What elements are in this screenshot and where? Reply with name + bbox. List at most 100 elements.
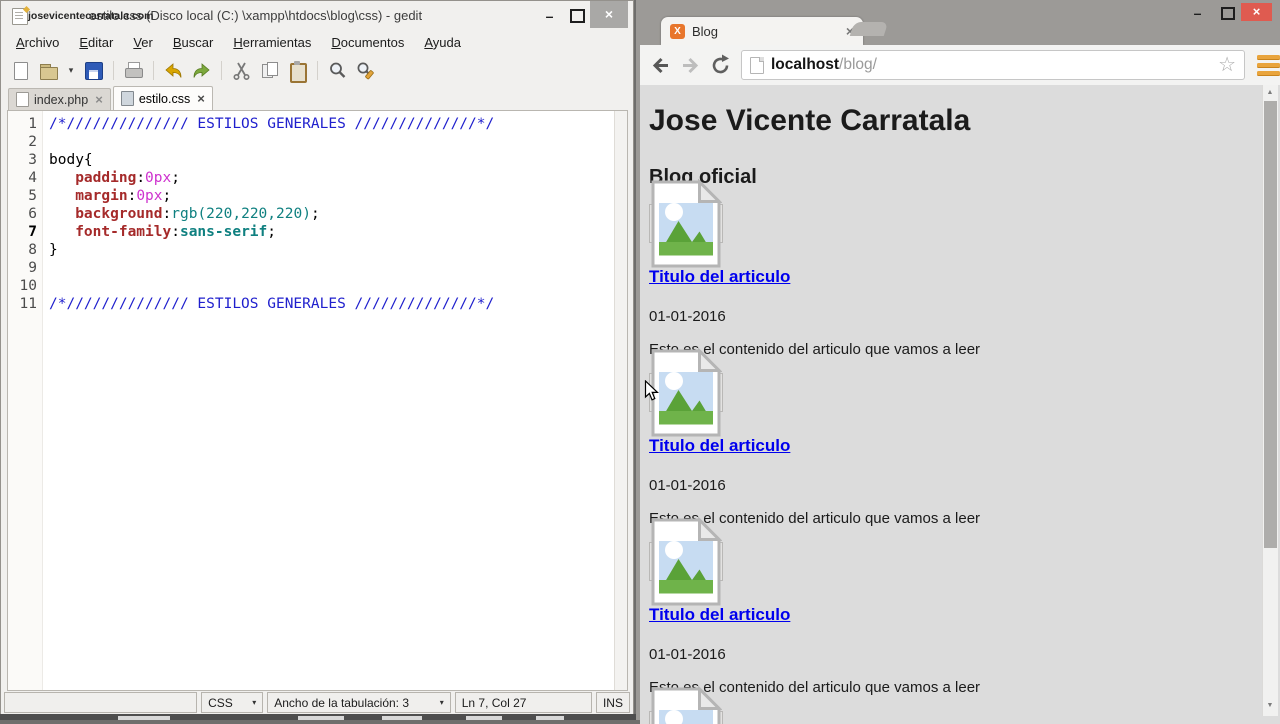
scrollbar-thumb[interactable]	[1264, 101, 1277, 548]
url-host: localhost	[771, 56, 839, 73]
taskbar-sliver	[0, 714, 636, 720]
editor-area[interactable]: 1234567891011 /*////////////// ESTILOS G…	[7, 110, 628, 691]
code-line: }	[49, 241, 614, 259]
file-icon	[121, 91, 134, 106]
menu-item-archivo[interactable]: Archivo	[6, 32, 69, 53]
minimize-icon[interactable]: –	[536, 1, 563, 28]
tab-close-icon[interactable]: ×	[197, 92, 205, 105]
code-line	[49, 277, 614, 295]
cut-icon[interactable]	[231, 60, 252, 81]
replace-icon[interactable]	[355, 60, 376, 81]
menu-item-ayuda[interactable]: Ayuda	[414, 32, 471, 53]
save-icon[interactable]	[83, 60, 104, 81]
redo-icon[interactable]	[191, 60, 212, 81]
menu-item-ver[interactable]: Ver	[123, 32, 163, 53]
new-tab-button[interactable]	[850, 22, 889, 36]
insert-mode-indicator: INS	[596, 692, 630, 713]
page-scrollbar[interactable]: ▲ ▼	[1262, 85, 1278, 716]
taskbar-item[interactable]	[466, 716, 502, 720]
code-line	[49, 133, 614, 151]
page-icon	[750, 57, 764, 74]
paste-icon[interactable]	[287, 60, 308, 81]
line-number: 10	[8, 277, 37, 295]
scroll-up-icon[interactable]: ▲	[1263, 85, 1277, 100]
line-number: 2	[8, 133, 37, 151]
article: Titulo del articulo01-01-2016Esto es el …	[649, 204, 1271, 358]
open-icon[interactable]	[38, 60, 59, 81]
minimize-icon[interactable]: –	[1183, 3, 1212, 21]
reload-icon[interactable]	[707, 52, 734, 79]
page-subtitle: Blog oficial	[649, 166, 1271, 189]
close-icon[interactable]: ×	[1241, 3, 1272, 21]
article-title-link[interactable]: Titulo del articulo	[649, 267, 790, 286]
article-list: Titulo del articulo 01-01-2016 Esto es el …	[649, 204, 1271, 724]
forward-icon[interactable]	[677, 52, 704, 79]
gedit-app-icon	[12, 8, 28, 25]
broken-image[interactable]	[649, 542, 723, 581]
page-title: Jose Vicente Carratala	[649, 104, 1271, 138]
toolbar-separator	[221, 61, 222, 80]
taskbar-item[interactable]	[298, 716, 344, 720]
taskbar-item[interactable]	[382, 716, 422, 720]
editor-code[interactable]: /*////////////// ESTILOS GENERALES /////…	[43, 111, 614, 690]
browser-window: – × X Blog × localhost/blog/ ☆ Jose Vice…	[636, 0, 1280, 720]
chevron-down-icon: ▾	[252, 698, 256, 707]
article-title: Titulo del articulo	[649, 436, 1271, 456]
tab-label: estilo.css	[139, 92, 190, 106]
search-icon[interactable]	[327, 60, 348, 81]
back-icon[interactable]	[647, 52, 674, 79]
menu-item-documentos[interactable]: Documentos	[321, 32, 414, 53]
url-bar[interactable]: localhost/blog/ ☆	[741, 50, 1245, 80]
gedit-titlebar[interactable]: estilo.css (Disco local (C:) \xampp\htdo…	[1, 1, 633, 30]
url-path: /blog/	[839, 56, 877, 73]
gedit-statusbar: CSS ▾ Ancho de la tabulación: 3 ▾ Ln 7, …	[1, 691, 633, 715]
line-number: 9	[8, 259, 37, 277]
gedit-tabbar: index.php× estilo.css ×	[1, 86, 633, 110]
maximize-icon[interactable]	[563, 1, 590, 28]
code-line: padding:0px;	[49, 169, 614, 187]
tab-close-icon[interactable]: ×	[95, 93, 103, 106]
language-dropdown[interactable]: CSS ▾	[201, 692, 263, 713]
editor-scrollbar[interactable]	[614, 111, 627, 690]
menu-item-herramientas[interactable]: Herramientas	[223, 32, 321, 53]
taskbar-item[interactable]	[536, 716, 564, 720]
broken-image[interactable]	[649, 373, 723, 412]
article-title-link[interactable]: Titulo del articulo	[649, 436, 790, 455]
mouse-cursor	[644, 380, 659, 407]
article: Titulo del articulo01-01-2016Esto es el …	[649, 542, 1271, 696]
browser-tab[interactable]: X Blog ×	[661, 17, 863, 45]
caret-icon[interactable]: ▾	[66, 60, 76, 81]
copy-icon[interactable]	[259, 60, 280, 81]
language-label: CSS	[208, 696, 233, 710]
chevron-down-icon: ▾	[440, 698, 444, 707]
article-title-link[interactable]: Titulo del articulo	[649, 605, 790, 624]
menu-item-buscar[interactable]: Buscar	[163, 32, 223, 53]
status-spacer	[4, 692, 197, 713]
line-number: 1	[8, 115, 37, 133]
toolbar-separator	[153, 61, 154, 80]
article-excerpt: Esto es el contenido del articulo que va…	[649, 510, 1271, 527]
gedit-menubar: ArchivoEditarVerBuscarHerramientasDocume…	[1, 30, 633, 55]
broken-image[interactable]	[649, 204, 723, 243]
code-line: /*////////////// ESTILOS GENERALES /////…	[49, 295, 614, 313]
article-title: Titulo del articulo	[649, 267, 1271, 287]
menu-item-editar[interactable]: Editar	[69, 32, 123, 53]
line-number: 5	[8, 187, 37, 205]
broken-image[interactable]	[649, 711, 723, 724]
editor-tab-index.php[interactable]: index.php×	[8, 88, 111, 110]
taskbar-item[interactable]	[118, 716, 170, 720]
close-icon[interactable]: ×	[590, 1, 628, 28]
undo-icon[interactable]	[163, 60, 184, 81]
editor-gutter: 1234567891011	[8, 111, 43, 690]
print-icon[interactable]	[123, 60, 144, 81]
editor-tab-estilo.css[interactable]: estilo.css ×	[113, 86, 213, 110]
code-line	[49, 259, 614, 277]
maximize-icon[interactable]	[1212, 3, 1241, 21]
xampp-favicon-icon: X	[670, 24, 685, 39]
new-icon[interactable]	[10, 60, 31, 81]
bookmark-star-icon[interactable]: ☆	[1218, 55, 1236, 75]
browser-menu-icon[interactable]	[1257, 55, 1280, 76]
scroll-down-icon[interactable]: ▼	[1263, 698, 1277, 713]
article-date: 01-01-2016	[649, 646, 1271, 663]
tab-width-dropdown[interactable]: Ancho de la tabulación: 3 ▾	[267, 692, 450, 713]
